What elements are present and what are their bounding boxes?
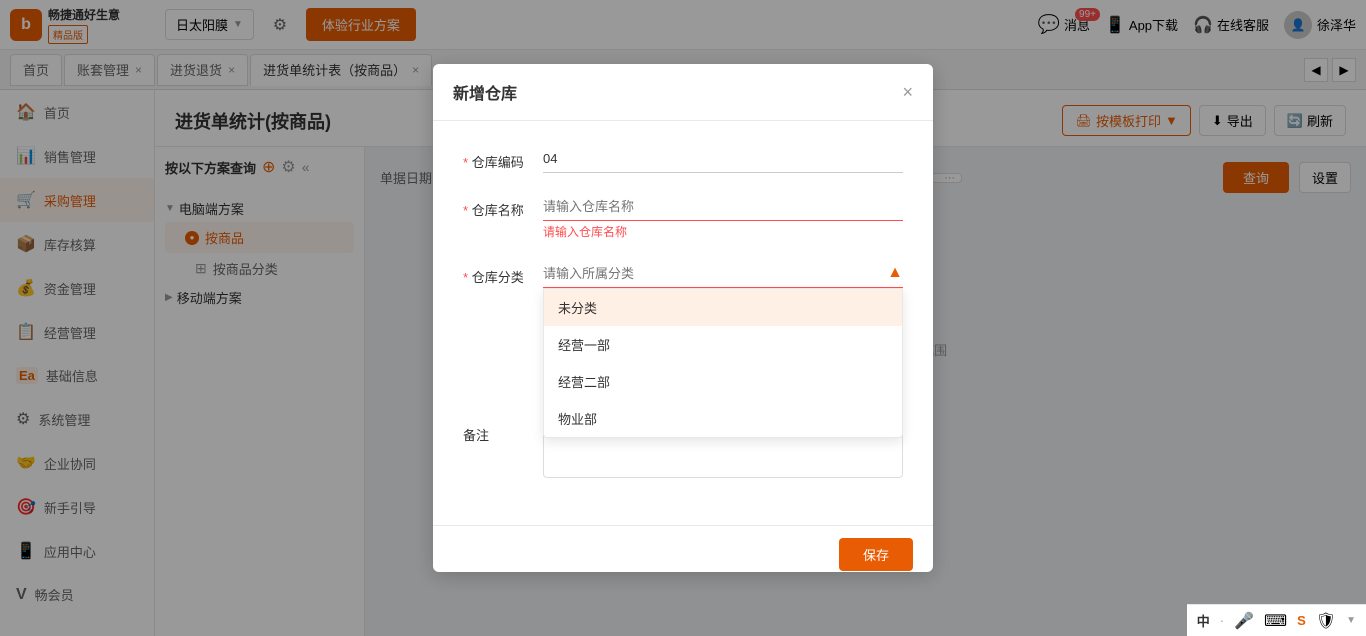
modal-body: * 仓库编码 * 仓库名称 请输入仓库名称 <box>433 121 933 525</box>
category-dropdown-list: 未分类 经营一部 经营二部 物业部 <box>543 288 903 438</box>
modal-overlay: 新增仓库 × * 仓库编码 * 仓库名称 <box>0 0 1366 636</box>
warehouse-category-input[interactable] <box>543 260 887 287</box>
warehouse-name-input[interactable] <box>543 193 903 221</box>
status-zh: 中 <box>1197 611 1210 630</box>
required-star3: * <box>463 270 468 285</box>
warehouse-code-field <box>543 145 903 173</box>
required-star2: * <box>463 203 468 218</box>
dropdown-item-property[interactable]: 物业部 <box>544 400 902 437</box>
shield-icon: 🛡 <box>1316 611 1336 631</box>
save-button[interactable]: 保存 <box>839 538 913 571</box>
warehouse-name-field: 请输入仓库名称 <box>543 193 903 240</box>
mic-icon: 🎤 <box>1234 611 1254 631</box>
warehouse-note-label: 备注 <box>463 418 543 444</box>
warehouse-category-field: ▲ 未分类 经营一部 经营二部 物业部 <box>543 260 903 288</box>
dropdown-item-dept2[interactable]: 经营二部 <box>544 363 902 400</box>
status-dot: · <box>1220 613 1224 628</box>
warehouse-name-label: * 仓库名称 <box>463 193 543 219</box>
keyboard-icon: ⌨ <box>1264 611 1287 631</box>
modal-add-warehouse: 新增仓库 × * 仓库编码 * 仓库名称 <box>433 64 933 573</box>
statusbar: 中 · 🎤 ⌨ S 🛡 ▼ <box>1187 604 1366 636</box>
chevron-status-icon: ▼ <box>1346 615 1356 626</box>
modal-footer: 保存 <box>433 525 933 583</box>
warehouse-code-input[interactable] <box>543 145 903 173</box>
dropdown-item-dept1[interactable]: 经营一部 <box>544 326 902 363</box>
warehouse-category-label: * 仓库分类 <box>463 260 543 286</box>
warehouse-code-label: * 仓库编码 <box>463 145 543 171</box>
dropdown-arrow-icon[interactable]: ▲ <box>887 264 903 282</box>
warehouse-name-error: 请输入仓库名称 <box>543 223 903 240</box>
s-logo: S <box>1297 613 1306 628</box>
dropdown-item-uncategorized[interactable]: 未分类 <box>544 289 902 326</box>
required-star: * <box>463 155 468 170</box>
warehouse-category-row: * 仓库分类 ▲ 未分类 经营一部 经营二部 物业部 <box>463 260 903 288</box>
warehouse-code-row: * 仓库编码 <box>463 145 903 173</box>
modal-header: 新增仓库 × <box>433 64 933 121</box>
warehouse-name-row: * 仓库名称 请输入仓库名称 <box>463 193 903 240</box>
category-dropdown-input-row: ▲ <box>543 260 903 288</box>
modal-title: 新增仓库 <box>453 80 517 104</box>
modal-close-button[interactable]: × <box>902 83 913 101</box>
